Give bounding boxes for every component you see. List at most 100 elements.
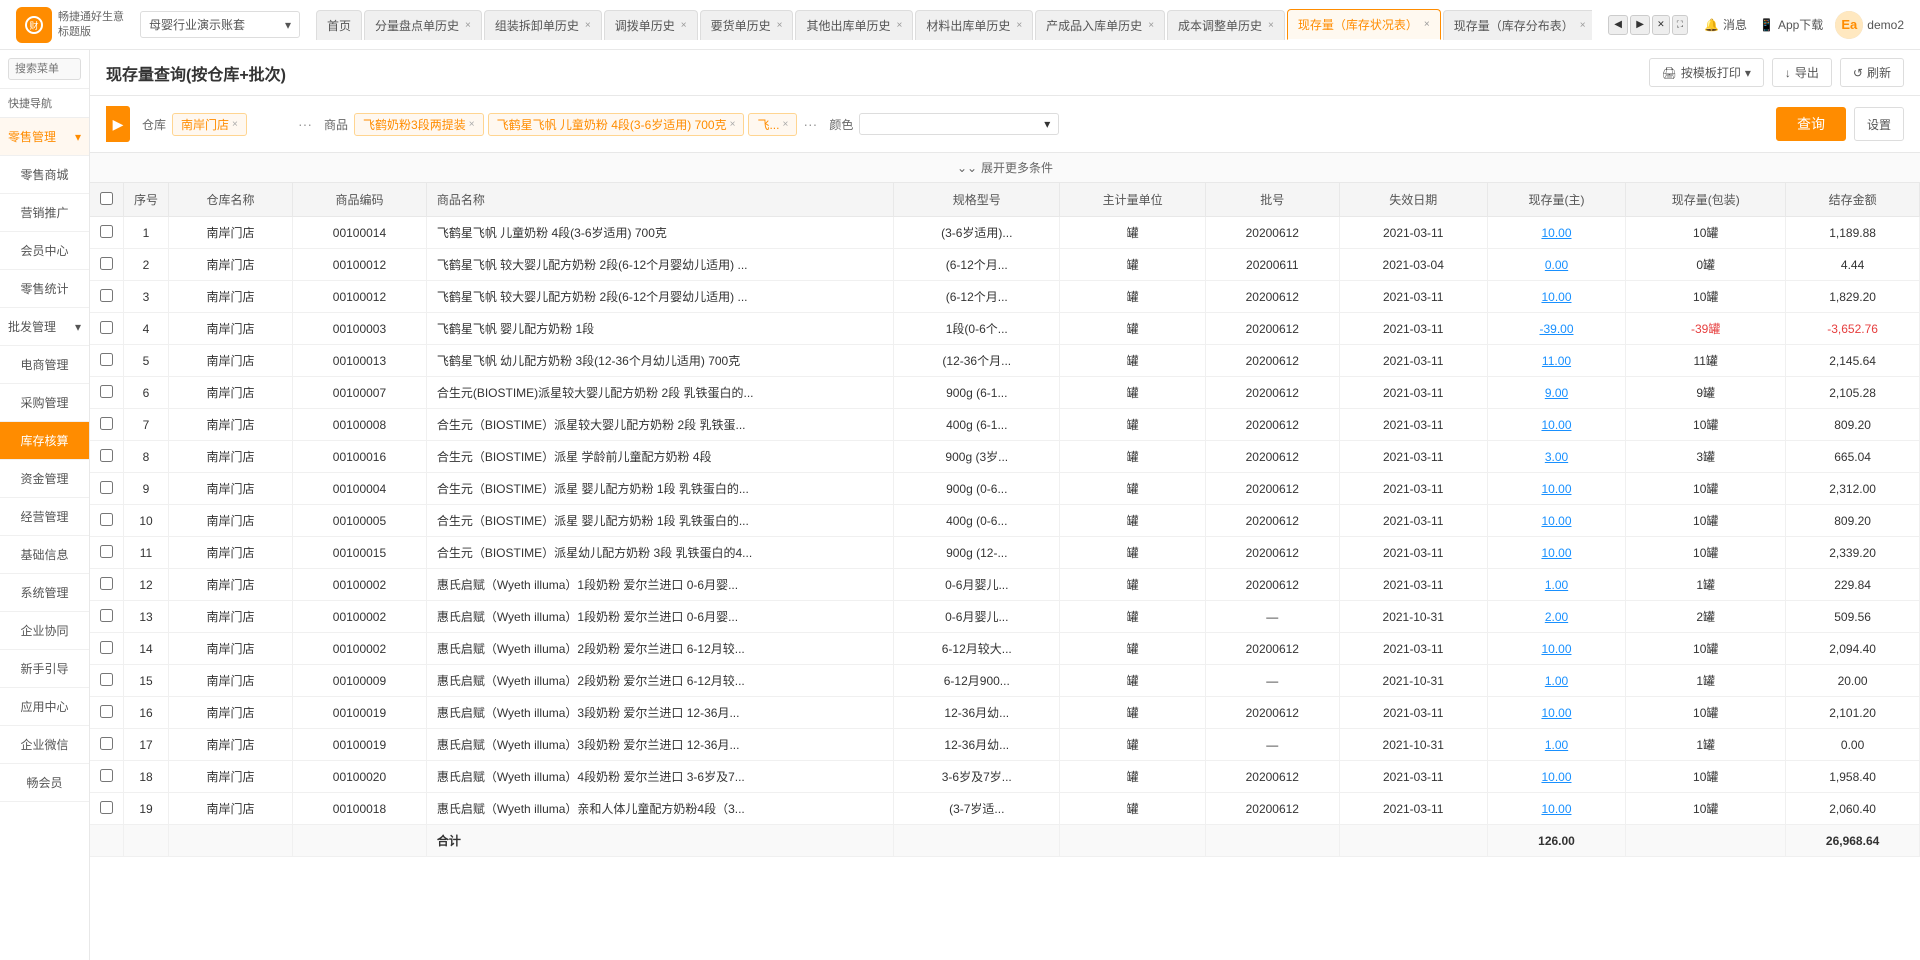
more-product-icon[interactable]: ··· [803, 116, 817, 132]
sidebar-item-new-guide[interactable]: 新手引导 [0, 650, 89, 688]
tab-fullscreen[interactable]: ⛶ [1672, 15, 1688, 35]
tab-partial-count[interactable]: 分量盘点单历史 × [364, 10, 482, 40]
row-qty[interactable]: 3.00 [1487, 441, 1625, 473]
close-material-out-tab[interactable]: × [1016, 20, 1022, 31]
user-avatar[interactable]: Ea demo2 [1835, 11, 1904, 39]
row-qty[interactable]: 10.00 [1487, 793, 1625, 825]
tab-cost-adjust[interactable]: 成本调整单历史 × [1167, 10, 1285, 40]
row-qty[interactable]: 10.00 [1487, 217, 1625, 249]
row-qty[interactable]: 10.00 [1487, 473, 1625, 505]
close-partial-count-tab[interactable]: × [465, 20, 471, 31]
sidebar-item-membership[interactable]: 畅会员 [0, 764, 89, 802]
row-checkbox[interactable] [90, 633, 124, 665]
row-qty[interactable]: 10.00 [1487, 697, 1625, 729]
row-qty[interactable]: 1.00 [1487, 569, 1625, 601]
row-checkbox[interactable] [90, 569, 124, 601]
expand-filter-arrow[interactable]: ▶ [106, 106, 130, 142]
tab-other-out[interactable]: 其他出库单历史 × [795, 10, 913, 40]
sidebar-item-marketing[interactable]: 营销推广 [0, 194, 89, 232]
color-dropdown[interactable]: ▾ [859, 113, 1059, 135]
sidebar-item-basic[interactable]: 基础信息 [0, 536, 89, 574]
row-checkbox[interactable] [90, 377, 124, 409]
row-checkbox[interactable] [90, 409, 124, 441]
sidebar-item-member[interactable]: 会员中心 [0, 232, 89, 270]
row-qty[interactable]: 1.00 [1487, 729, 1625, 761]
row-qty[interactable]: 10.00 [1487, 537, 1625, 569]
settings-button[interactable]: 设置 [1854, 107, 1904, 141]
row-checkbox[interactable] [90, 281, 124, 313]
tab-home[interactable]: 首页 [316, 10, 362, 40]
export-button[interactable]: ↓ 导出 [1772, 58, 1832, 87]
sidebar-item-wholesale[interactable]: 批发管理 ▾ [0, 308, 89, 346]
row-checkbox[interactable] [90, 313, 124, 345]
quick-nav[interactable]: 快捷导航 [0, 89, 89, 118]
sidebar-item-operations[interactable]: 经营管理 [0, 498, 89, 536]
sidebar-item-retail[interactable]: 零售管理 ▾ [0, 118, 89, 156]
row-checkbox[interactable] [90, 761, 124, 793]
sidebar-item-finance[interactable]: 资金管理 [0, 460, 89, 498]
row-qty[interactable]: 11.00 [1487, 345, 1625, 377]
row-qty[interactable]: -39.00 [1487, 313, 1625, 345]
sidebar-item-wechat[interactable]: 企业微信 [0, 726, 89, 764]
expand-more-btn[interactable]: ⌄⌄ 展开更多条件 [957, 159, 1053, 176]
template-print-button[interactable]: 🖨 按模板打印 ▾ [1649, 58, 1764, 87]
query-button[interactable]: 查询 [1776, 107, 1846, 141]
sidebar-item-retail-stats[interactable]: 零售统计 [0, 270, 89, 308]
refresh-button[interactable]: ↺ 刷新 [1840, 58, 1904, 87]
row-checkbox[interactable] [90, 345, 124, 377]
search-input[interactable] [8, 58, 81, 80]
tab-next-arrow[interactable]: ▶ [1630, 15, 1650, 35]
row-checkbox[interactable] [90, 217, 124, 249]
row-checkbox[interactable] [90, 601, 124, 633]
row-checkbox[interactable] [90, 249, 124, 281]
tab-pick[interactable]: 调拨单历史 × [604, 10, 698, 40]
row-qty[interactable]: 10.00 [1487, 633, 1625, 665]
remove-warehouse-tag[interactable]: × [232, 119, 238, 130]
sidebar-item-retail-shop[interactable]: 零售商城 [0, 156, 89, 194]
close-cost-adjust-tab[interactable]: × [1268, 20, 1274, 31]
tab-disassemble[interactable]: 组装拆卸单历史 × [484, 10, 602, 40]
tab-material-out[interactable]: 材料出库单历史 × [915, 10, 1033, 40]
row-qty[interactable]: 10.00 [1487, 409, 1625, 441]
row-checkbox[interactable] [90, 441, 124, 473]
close-disassemble-tab[interactable]: × [585, 20, 591, 31]
row-qty[interactable]: 10.00 [1487, 761, 1625, 793]
close-require-goods-tab[interactable]: × [777, 20, 783, 31]
row-qty[interactable]: 10.00 [1487, 505, 1625, 537]
row-qty[interactable]: 2.00 [1487, 601, 1625, 633]
tab-product-in[interactable]: 产成品入库单历史 × [1035, 10, 1165, 40]
close-inventory-status-tab[interactable]: × [1424, 19, 1430, 30]
close-inventory-dist-tab[interactable]: × [1580, 20, 1586, 31]
row-qty[interactable]: 10.00 [1487, 281, 1625, 313]
remove-product-tag-3[interactable]: × [782, 119, 788, 130]
sidebar-item-app-center[interactable]: 应用中心 [0, 688, 89, 726]
tab-inventory-status[interactable]: 现存量（库存状况表） × [1287, 9, 1441, 40]
select-all-checkbox[interactable] [100, 192, 113, 205]
row-checkbox[interactable] [90, 505, 124, 537]
row-checkbox[interactable] [90, 729, 124, 761]
row-checkbox[interactable] [90, 537, 124, 569]
row-checkbox[interactable] [90, 473, 124, 505]
row-checkbox[interactable] [90, 665, 124, 697]
category-dropdown[interactable]: 母婴行业演示账套 ▾ [140, 11, 300, 38]
more-warehouse-icon[interactable]: ··· [298, 116, 312, 132]
tab-close-all[interactable]: ✕ [1652, 15, 1670, 35]
row-checkbox[interactable] [90, 793, 124, 825]
close-other-out-tab[interactable]: × [896, 20, 902, 31]
row-qty[interactable]: 1.00 [1487, 665, 1625, 697]
close-pick-tab[interactable]: × [681, 20, 687, 31]
row-checkbox[interactable] [90, 697, 124, 729]
remove-product-tag-1[interactable]: × [469, 119, 475, 130]
remove-product-tag-2[interactable]: × [730, 119, 736, 130]
row-qty[interactable]: 9.00 [1487, 377, 1625, 409]
close-product-in-tab[interactable]: × [1148, 20, 1154, 31]
sidebar-item-system[interactable]: 系统管理 [0, 574, 89, 612]
tab-inventory-dist[interactable]: 现存量（库存分布表） × [1443, 10, 1592, 40]
app-download-button[interactable]: 📱 App下载 [1759, 16, 1823, 33]
tab-require-goods[interactable]: 要货单历史 × [700, 10, 794, 40]
tab-prev-arrow[interactable]: ◀ [1608, 15, 1628, 35]
sidebar-item-purchase[interactable]: 采购管理 [0, 384, 89, 422]
sidebar-item-enterprise[interactable]: 企业协同 [0, 612, 89, 650]
sidebar-item-ecommerce[interactable]: 电商管理 [0, 346, 89, 384]
sidebar-item-inventory[interactable]: 库存核算 [0, 422, 89, 460]
